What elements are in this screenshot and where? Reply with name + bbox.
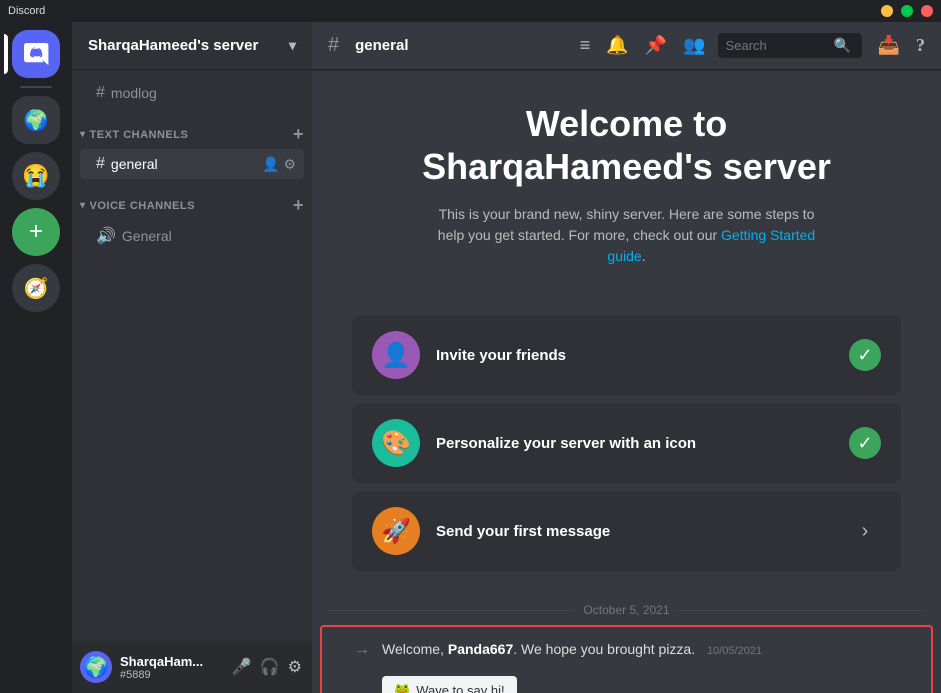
user-avatar: 🌍 bbox=[80, 651, 112, 683]
server-icon-main[interactable]: 🌍 bbox=[12, 96, 60, 144]
setup-card-personalize[interactable]: 🎨 Personalize your server with an icon ✓ bbox=[352, 403, 901, 483]
notification-icon[interactable]: 🔔 bbox=[606, 35, 628, 56]
section-text-channels[interactable]: ▾ TEXT CHANNELS + bbox=[72, 108, 312, 149]
server-sidebar: 🌍 😭 + 🧭 bbox=[0, 22, 72, 693]
channel-header: # general ≡ 🔔 📌 👥 🔍 📥 ? bbox=[312, 22, 941, 70]
setup-card-message[interactable]: 🚀 Send your first message › bbox=[352, 491, 901, 571]
minimize-button[interactable]: — bbox=[881, 5, 893, 17]
app-container: 🌍 😭 + 🧭 SharqaHameed's server ▾ # modlog… bbox=[0, 22, 941, 693]
invite-card-icon: 👤 bbox=[372, 331, 420, 379]
message-card-icon: 🚀 bbox=[372, 507, 420, 555]
section-chevron-icon: ▾ bbox=[80, 129, 86, 140]
server-header[interactable]: SharqaHameed's server ▾ bbox=[72, 22, 312, 70]
window-controls: — □ ✕ bbox=[881, 5, 933, 17]
wave-emoji: 🐸 bbox=[394, 682, 410, 693]
invite-card-checkmark: ✓ bbox=[849, 339, 881, 371]
message-text: Welcome, Panda667. We hope you brought p… bbox=[382, 641, 762, 657]
maximize-button[interactable]: □ bbox=[901, 5, 913, 17]
speaker-icon: 🔊 bbox=[96, 226, 116, 246]
explore-servers-button[interactable]: 🧭 bbox=[12, 264, 60, 312]
welcome-title: Welcome toSharqaHameed's server bbox=[352, 102, 901, 188]
user-controls: 🎤 🎧 ⚙ bbox=[230, 655, 304, 679]
channel-item-modlog[interactable]: # modlog bbox=[80, 78, 304, 108]
search-bar[interactable]: 🔍 bbox=[718, 33, 862, 58]
message-item: → Welcome, Panda667. We hope you brought… bbox=[338, 635, 915, 693]
user-info: SharqaHam... #5889 bbox=[120, 654, 222, 681]
message-timestamp: 10/05/2021 bbox=[707, 645, 762, 657]
settings-icon[interactable]: ⚙ bbox=[283, 156, 296, 173]
message-arrow-icon: → bbox=[354, 641, 370, 659]
welcome-description: This is your brand new, shiny server. He… bbox=[427, 204, 827, 267]
personalize-card-text: Personalize your server with an icon bbox=[436, 435, 833, 452]
user-area: 🌍 SharqaHam... #5889 🎤 🎧 ⚙ bbox=[72, 641, 312, 693]
inbox-icon[interactable]: 📥 bbox=[878, 35, 900, 56]
messages-area: Welcome toSharqaHameed's server This is … bbox=[312, 70, 941, 693]
highlighted-message-area: → Welcome, Panda667. We hope you brought… bbox=[320, 625, 933, 693]
channel-item-voice-general[interactable]: 🔊 General bbox=[80, 220, 304, 252]
add-channel-button[interactable]: + bbox=[293, 124, 304, 145]
welcome-section: Welcome toSharqaHameed's server This is … bbox=[312, 70, 941, 315]
channel-item-general[interactable]: # general 👤 ⚙ bbox=[80, 149, 304, 179]
title-bar: Discord — □ ✕ bbox=[0, 0, 941, 22]
close-button[interactable]: ✕ bbox=[921, 5, 933, 17]
personalize-card-checkmark: ✓ bbox=[849, 427, 881, 459]
channel-name-general: general bbox=[111, 156, 158, 172]
channel-list: # modlog ▾ TEXT CHANNELS + # general 👤 ⚙… bbox=[72, 70, 312, 641]
channel-hash-icon: # bbox=[328, 34, 339, 57]
chevron-down-icon: ▾ bbox=[289, 37, 296, 54]
message-card-arrow: › bbox=[849, 515, 881, 547]
server-divider bbox=[20, 86, 52, 88]
search-icon: 🔍 bbox=[834, 37, 851, 54]
section-chevron-voice-icon: ▾ bbox=[80, 200, 86, 211]
mic-icon[interactable]: 🎤 bbox=[230, 655, 254, 679]
voice-channel-name: General bbox=[122, 228, 172, 244]
hash-icon-general: # bbox=[96, 155, 105, 173]
pin-icon[interactable]: 📌 bbox=[645, 35, 667, 56]
channel-actions: 👤 ⚙ bbox=[262, 156, 296, 173]
app-title: Discord bbox=[8, 5, 881, 17]
headphones-icon[interactable]: 🎧 bbox=[258, 655, 282, 679]
channel-name-modlog: modlog bbox=[111, 85, 157, 101]
date-label: October 5, 2021 bbox=[583, 603, 669, 617]
channel-header-name: general bbox=[355, 37, 408, 54]
user-name: SharqaHam... bbox=[120, 654, 222, 669]
threads-icon[interactable]: ≡ bbox=[580, 35, 591, 56]
user-discriminator: #5889 bbox=[120, 669, 222, 681]
setup-card-invite[interactable]: 👤 Invite your friends ✓ bbox=[352, 315, 901, 395]
message-card-text: Send your first message bbox=[436, 523, 833, 540]
add-member-icon[interactable]: 👤 bbox=[262, 156, 279, 173]
user-settings-icon[interactable]: ⚙ bbox=[286, 655, 304, 679]
personalize-card-icon: 🎨 bbox=[372, 419, 420, 467]
section-label-text: TEXT CHANNELS bbox=[90, 129, 189, 141]
search-input[interactable] bbox=[726, 38, 826, 53]
add-server-button[interactable]: + bbox=[12, 208, 60, 256]
message-content: Welcome, Panda667. We hope you brought p… bbox=[382, 639, 899, 693]
members-icon[interactable]: 👥 bbox=[683, 35, 705, 56]
date-separator: October 5, 2021 bbox=[312, 595, 941, 625]
hash-icon: # bbox=[96, 84, 105, 102]
server-name: SharqaHameed's server bbox=[88, 37, 258, 54]
add-voice-channel-button[interactable]: + bbox=[293, 195, 304, 216]
help-icon[interactable]: ? bbox=[916, 35, 925, 56]
channel-sidebar: SharqaHameed's server ▾ # modlog ▾ TEXT … bbox=[72, 22, 312, 693]
section-voice-channels[interactable]: ▾ VOICE CHANNELS + bbox=[72, 179, 312, 220]
section-label-voice: VOICE CHANNELS bbox=[90, 200, 195, 212]
server-icon-emoji[interactable]: 😭 bbox=[12, 152, 60, 200]
wave-button[interactable]: 🐸 Wave to say hi! bbox=[382, 676, 517, 693]
main-content: # general ≡ 🔔 📌 👥 🔍 📥 ? Welcome toSharqa… bbox=[312, 22, 941, 693]
discord-home-button[interactable] bbox=[12, 30, 60, 78]
wave-button-text: Wave to say hi! bbox=[416, 683, 504, 693]
message-username: Panda667 bbox=[448, 641, 513, 657]
setup-cards: 👤 Invite your friends ✓ 🎨 Personalize yo… bbox=[312, 315, 941, 571]
invite-card-text: Invite your friends bbox=[436, 347, 833, 364]
